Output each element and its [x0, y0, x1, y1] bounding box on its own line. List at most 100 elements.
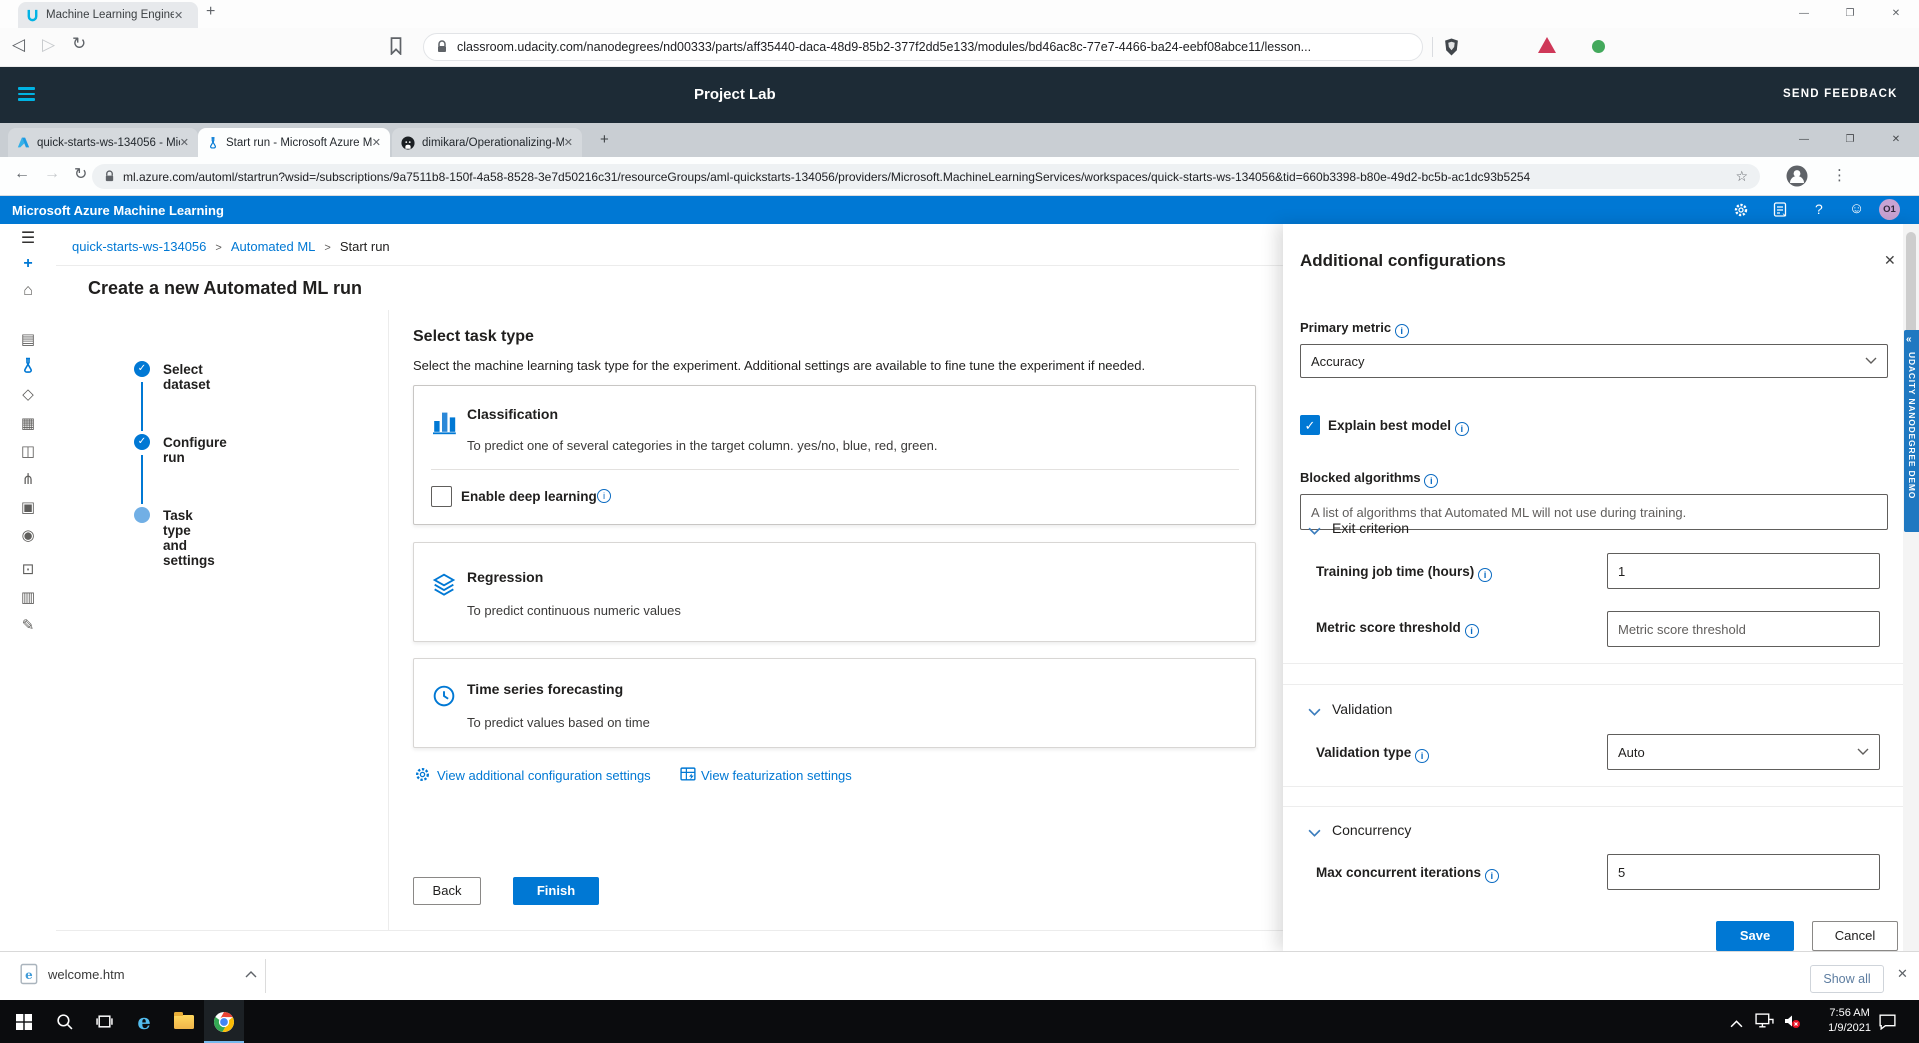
datasets-icon[interactable]: ▦	[0, 414, 56, 432]
designer-icon[interactable]: ◇	[0, 385, 56, 403]
outer-window-maximize-button[interactable]: ❐	[1827, 0, 1873, 28]
send-feedback-button[interactable]: SEND FEEDBACK	[1783, 88, 1898, 100]
inner-new-tab-button[interactable]: +	[600, 131, 609, 148]
inner-tab-close-icon[interactable]: ✕	[372, 136, 381, 149]
info-icon[interactable]	[1478, 568, 1492, 582]
info-icon[interactable]	[1465, 624, 1479, 638]
compute-icon[interactable]: ⊡	[0, 560, 56, 578]
shelf-close-icon[interactable]: ✕	[1897, 966, 1908, 982]
tray-expand-icon[interactable]	[1730, 1015, 1743, 1033]
enable-deep-learning-checkbox[interactable]	[431, 486, 452, 507]
info-icon[interactable]	[1415, 749, 1429, 763]
save-button[interactable]: Save	[1716, 921, 1794, 951]
action-center-icon[interactable]	[1878, 1013, 1897, 1030]
outer-window-close-button[interactable]: ✕	[1873, 0, 1919, 28]
extension-triangle-icon[interactable]	[1538, 37, 1556, 53]
home-icon[interactable]: ⌂	[0, 282, 56, 300]
validation-collapse-icon[interactable]	[1308, 704, 1321, 722]
back-button[interactable]: Back	[413, 877, 481, 905]
outer-back-icon[interactable]: ◁	[12, 35, 25, 55]
inner-window-minimize-button[interactable]: —	[1781, 126, 1827, 154]
notebooks-icon[interactable]: ▤	[0, 330, 56, 348]
info-icon[interactable]	[1424, 474, 1438, 488]
udacity-demo-side-tab[interactable]: « UDACITY NANODEGREE DEMO	[1904, 330, 1919, 532]
inner-window-close-button[interactable]: ✕	[1873, 126, 1919, 154]
inner-tab-close-icon[interactable]: ✕	[180, 136, 189, 149]
notebook-checklist-icon[interactable]	[1773, 202, 1788, 218]
taskbar-search-button[interactable]	[44, 1000, 84, 1043]
browser-menu-icon[interactable]: ⋮	[1832, 166, 1847, 184]
inner-forward-icon[interactable]: →	[44, 165, 60, 183]
extension-green-icon[interactable]	[1592, 40, 1605, 53]
primary-metric-dropdown[interactable]: Accuracy	[1300, 344, 1888, 378]
volume-muted-icon[interactable]	[1783, 1012, 1801, 1035]
outer-window-minimize-button[interactable]: —	[1781, 0, 1827, 28]
inner-tab-start-run[interactable]: Start run - Microsoft Azure Mach ✕	[198, 128, 390, 157]
cancel-button[interactable]: Cancel	[1812, 921, 1898, 951]
profile-avatar-icon[interactable]	[1786, 165, 1808, 187]
info-icon[interactable]	[1395, 324, 1409, 338]
bookmark-star-icon[interactable]: ☆	[1735, 168, 1748, 185]
outer-tab-close-icon[interactable]: ✕	[174, 9, 183, 22]
inner-reload-icon[interactable]: ↻	[74, 164, 87, 184]
section-title: Exit criterion	[1332, 520, 1409, 536]
pipelines-icon[interactable]: ⋔	[0, 470, 56, 488]
task-card-time-series[interactable]: Time series forecasting To predict value…	[413, 658, 1256, 748]
breadcrumb-section-link[interactable]: Automated ML	[231, 239, 316, 254]
info-icon[interactable]	[1485, 869, 1499, 883]
taskbar-ie-button[interactable]: e	[124, 1000, 164, 1043]
inner-tab-azure-portal[interactable]: quick-starts-ws-134056 - Microso ✕	[8, 128, 198, 157]
network-icon[interactable]	[1755, 1013, 1774, 1030]
inner-tab-close-icon[interactable]: ✕	[564, 136, 573, 149]
outer-forward-icon[interactable]: ▷	[42, 35, 55, 55]
inner-tab-title: quick-starts-ws-134056 - Microso	[37, 137, 180, 149]
download-item[interactable]: e welcome.htm	[20, 963, 257, 985]
data-labeling-icon[interactable]: ✎	[0, 616, 56, 634]
taskbar-file-explorer-button[interactable]	[164, 1000, 204, 1043]
view-featurization-link[interactable]: View featurization settings	[701, 768, 852, 783]
explain-best-model-checkbox[interactable]: ✓	[1300, 415, 1320, 435]
experiments-icon[interactable]: ◫	[0, 442, 56, 460]
task-view-button[interactable]	[84, 1000, 124, 1043]
bookmark-icon[interactable]	[389, 37, 403, 55]
user-avatar[interactable]: O1	[1879, 199, 1900, 220]
endpoints-icon[interactable]: ◉	[0, 526, 56, 544]
brave-shield-icon[interactable]	[1443, 37, 1460, 57]
exit-criterion-collapse-icon[interactable]	[1308, 523, 1321, 541]
classroom-menu-icon[interactable]	[18, 87, 35, 104]
nav-menu-icon[interactable]: ☰	[0, 228, 56, 248]
task-card-classification[interactable]: Classification To predict one of several…	[413, 385, 1256, 525]
settings-gear-icon[interactable]	[1733, 202, 1749, 218]
inner-window-maximize-button[interactable]: ❐	[1827, 126, 1873, 154]
outer-browser-tab[interactable]: Machine Learning Engineer with ✕	[18, 2, 198, 28]
environments-icon[interactable]: ▥	[0, 588, 56, 606]
max-concurrent-iterations-input[interactable]	[1607, 854, 1880, 890]
outer-address-bar[interactable]: classroom.udacity.com/nanodegrees/nd0033…	[423, 33, 1423, 61]
taskbar-chrome-button[interactable]	[204, 1000, 244, 1043]
finish-button[interactable]: Finish	[513, 877, 599, 905]
view-additional-configuration-link[interactable]: View additional configuration settings	[437, 768, 651, 783]
info-icon[interactable]	[1455, 422, 1469, 436]
feedback-smiley-icon[interactable]: ☺	[1849, 200, 1864, 217]
models-icon[interactable]: ▣	[0, 498, 56, 516]
info-icon[interactable]	[597, 489, 611, 503]
inner-tab-github[interactable]: dimikara/Operationalizing-Mach ✕	[392, 128, 582, 157]
validation-type-dropdown[interactable]: Auto	[1607, 734, 1880, 770]
start-button[interactable]	[4, 1000, 44, 1043]
metric-score-threshold-input[interactable]	[1607, 611, 1880, 647]
show-all-downloads-button[interactable]: Show all	[1810, 965, 1884, 993]
automated-ml-icon[interactable]	[20, 357, 36, 374]
outer-reload-icon[interactable]: ↻	[72, 34, 86, 54]
outer-new-tab-button[interactable]: +	[206, 3, 215, 21]
task-card-regression[interactable]: Regression To predict continuous numeric…	[413, 542, 1256, 642]
concurrency-collapse-icon[interactable]	[1308, 825, 1321, 843]
help-icon[interactable]: ?	[1815, 201, 1823, 217]
panel-close-icon[interactable]: ✕	[1884, 252, 1896, 269]
taskbar-clock[interactable]: 7:56 AM 1/9/2021	[1828, 1006, 1871, 1036]
inner-address-bar[interactable]: ml.azure.com/automl/startrun?wsid=/subsc…	[92, 164, 1760, 189]
training-job-time-input[interactable]	[1607, 553, 1880, 589]
chevron-up-icon[interactable]	[245, 970, 257, 978]
inner-back-icon[interactable]: ←	[14, 165, 30, 183]
breadcrumb-workspace-link[interactable]: quick-starts-ws-134056	[72, 239, 206, 254]
new-item-icon[interactable]: +	[0, 255, 56, 273]
